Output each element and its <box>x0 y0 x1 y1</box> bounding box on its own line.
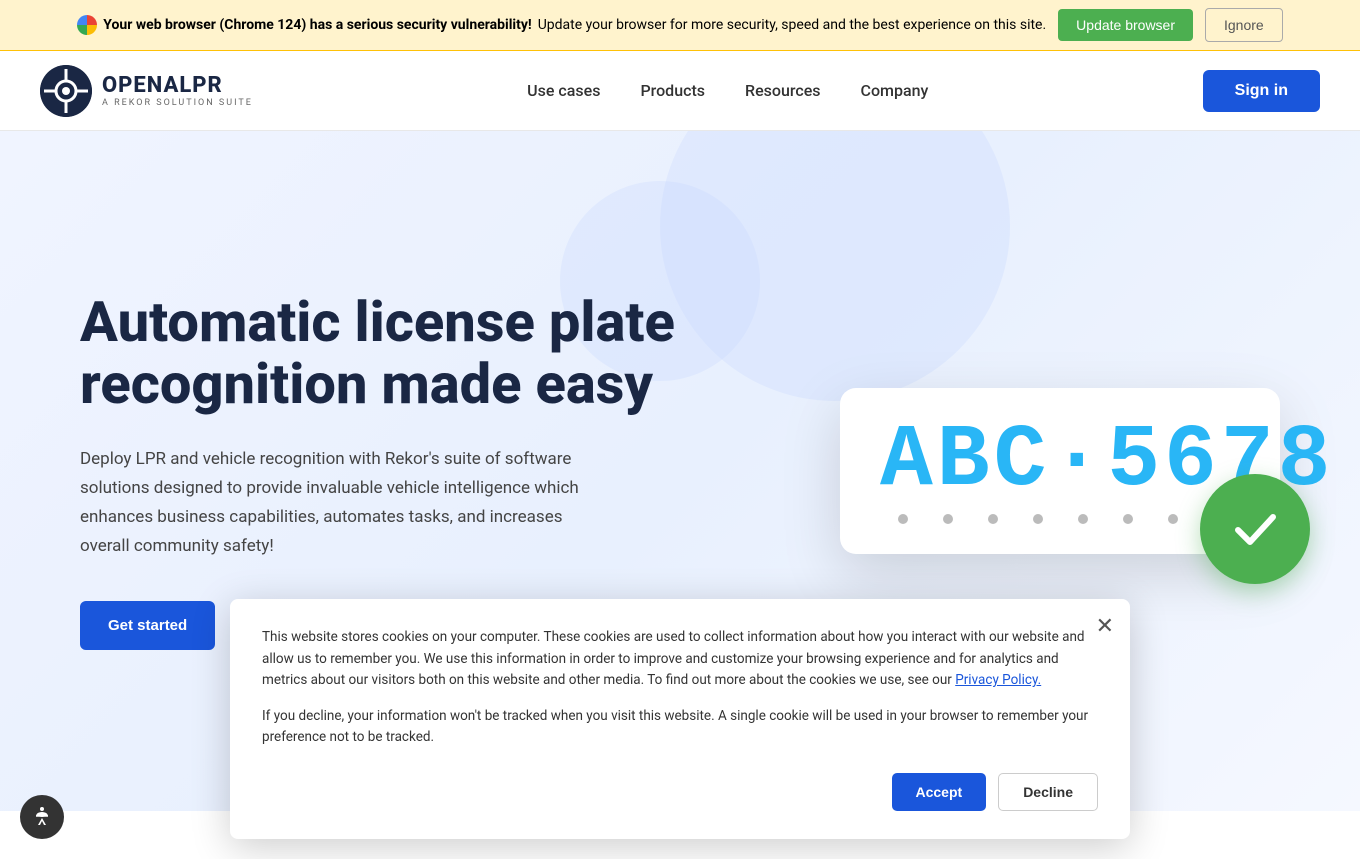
accept-cookies-button[interactable]: Accept <box>892 773 987 811</box>
cookie-actions: Accept Decline <box>262 773 1098 811</box>
license-plate-display: ABC·5678 <box>840 388 1280 554</box>
update-browser-button[interactable]: Update browser <box>1058 9 1193 41</box>
nav-menu: Use cases Products Resources Company <box>527 81 928 100</box>
cookie-close-button[interactable]: ✕ <box>1096 615 1114 637</box>
logo[interactable]: OPENALPR A REKOR SOLUTION SUITE <box>40 65 253 117</box>
plate-dot <box>943 514 953 524</box>
cookie-overlay: ✕ This website stores cookies on your co… <box>0 579 1360 859</box>
nav-link-products[interactable]: Products <box>640 81 705 100</box>
plate-dot <box>988 514 998 524</box>
plate-text: ABC·5678 <box>880 418 1240 506</box>
verification-checkmark <box>1200 474 1310 584</box>
logo-text: OPENALPR A REKOR SOLUTION SUITE <box>102 73 253 108</box>
plate-dot <box>1123 514 1133 524</box>
logo-name: OPENALPR <box>102 73 253 98</box>
hero-title: Automatic license plate recognition made… <box>80 292 680 415</box>
nav-item-products[interactable]: Products <box>640 81 705 100</box>
cookie-banner: ✕ This website stores cookies on your co… <box>230 599 1130 839</box>
plate-dot <box>1168 514 1178 524</box>
plate-dots <box>880 514 1240 524</box>
nav-item-resources[interactable]: Resources <box>745 81 821 100</box>
ignore-button[interactable]: Ignore <box>1205 8 1283 42</box>
signin-button[interactable]: Sign in <box>1203 70 1320 112</box>
nav-item-use-cases[interactable]: Use cases <box>527 81 600 100</box>
logo-subtitle: A REKOR SOLUTION SUITE <box>102 98 253 108</box>
cookie-text-2: If you decline, your information won't b… <box>262 706 1098 749</box>
security-banner-bold-text: Your web browser (Chrome 124) has a seri… <box>103 17 531 33</box>
nav-link-company[interactable]: Company <box>861 81 929 100</box>
privacy-policy-link[interactable]: Privacy Policy. <box>955 672 1041 688</box>
plate-dot <box>1033 514 1043 524</box>
security-banner-message: Your web browser (Chrome 124) has a seri… <box>77 15 1046 35</box>
security-banner-normal-text: Update your browser for more security, s… <box>538 17 1046 33</box>
nav-link-resources[interactable]: Resources <box>745 81 821 100</box>
hero-description: Deploy LPR and vehicle recognition with … <box>80 445 600 561</box>
chrome-icon <box>77 15 97 35</box>
cookie-text-1: This website stores cookies on your comp… <box>262 627 1098 692</box>
decline-cookies-button[interactable]: Decline <box>998 773 1098 811</box>
plate-dot <box>898 514 908 524</box>
navbar: OPENALPR A REKOR SOLUTION SUITE Use case… <box>0 51 1360 131</box>
logo-icon <box>40 65 92 117</box>
security-banner: Your web browser (Chrome 124) has a seri… <box>0 0 1360 51</box>
nav-item-company[interactable]: Company <box>861 81 929 100</box>
nav-link-use-cases[interactable]: Use cases <box>527 81 600 100</box>
plate-dot <box>1078 514 1088 524</box>
